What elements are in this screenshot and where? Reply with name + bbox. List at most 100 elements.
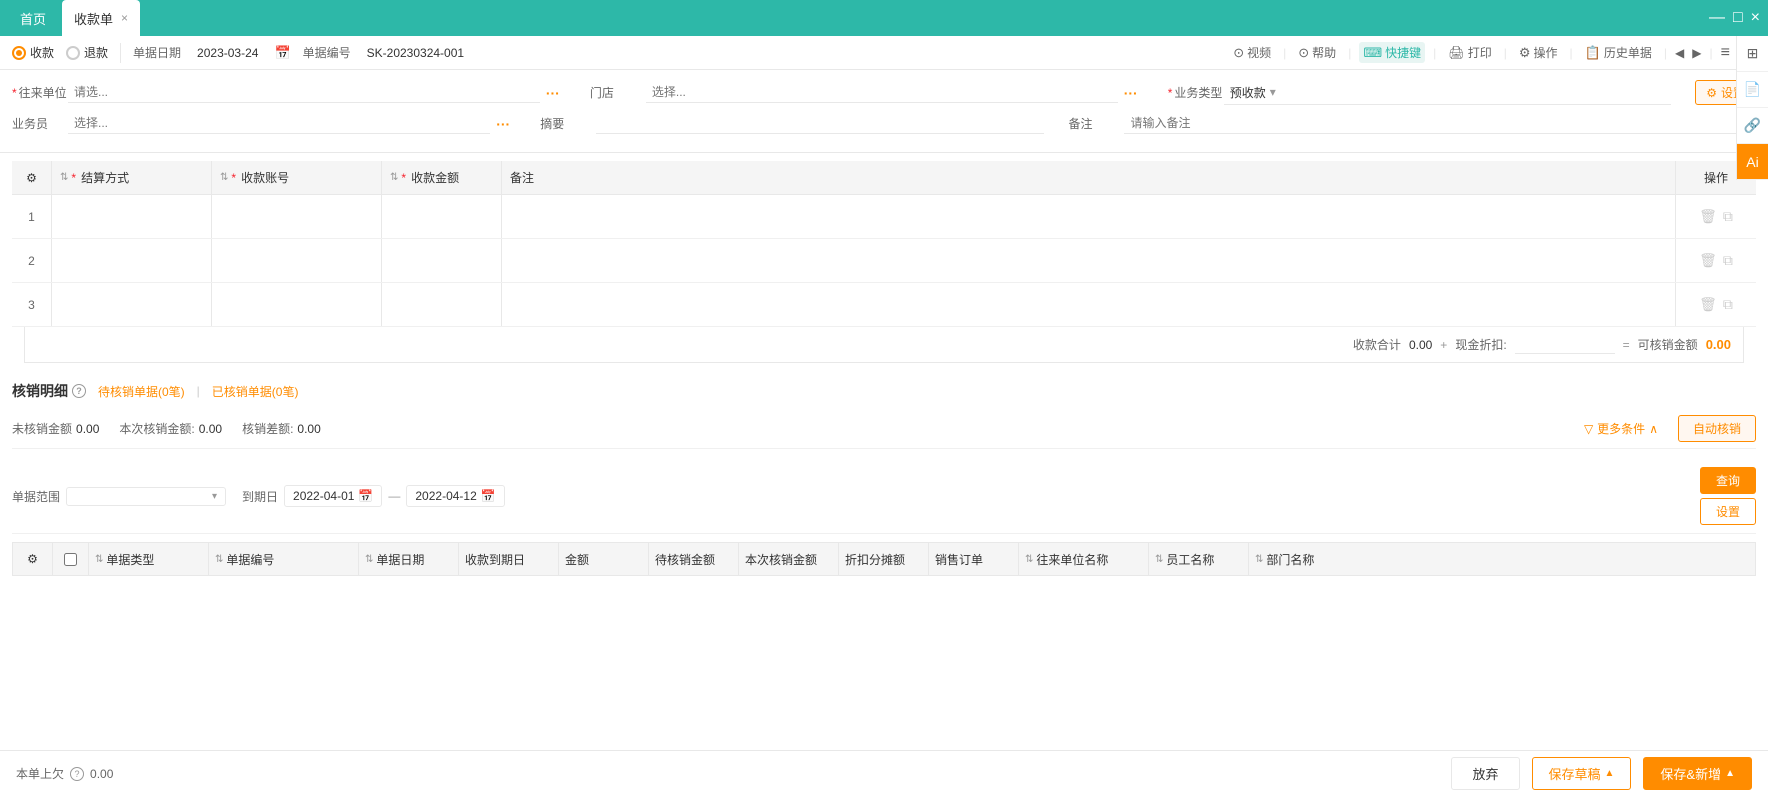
calendar-icon-end: 📅 [481,489,496,503]
td-amount-1[interactable] [382,195,502,238]
td-op-2: 🗑 ⧉ [1676,239,1756,282]
current-value: 0.00 [199,422,222,436]
verify-info-icon[interactable]: ? [72,384,86,398]
vth-check[interactable] [53,543,89,575]
filter-icon: ▽ [1584,422,1593,436]
list-view-btn[interactable]: ≡ [1721,44,1730,62]
vth-sort-1[interactable]: ⇅ [95,554,103,565]
delete-btn-1[interactable]: 🗑 [1699,208,1717,225]
range-select[interactable]: ▾ [66,487,226,506]
discount-input[interactable] [1515,335,1615,354]
right-panel-link-btn[interactable]: 🔗 [1737,108,1768,144]
nav-left-btn[interactable]: ◀ [1675,46,1684,60]
th-gear[interactable]: ⚙ [12,161,52,194]
radio-refund[interactable]: 退款 [66,44,108,61]
vth-sort-6[interactable]: ⇅ [1255,554,1263,565]
vth-sort-3[interactable]: ⇅ [365,554,373,565]
abandon-btn[interactable]: 放弃 [1451,757,1519,790]
vth-gear[interactable]: ⚙ [13,543,53,575]
td-amount-3[interactable] [382,283,502,326]
number-label: 单据编号 [303,44,351,61]
partner-input[interactable] [68,82,540,103]
vth-partner-label: 往来单位名称 [1036,551,1108,568]
copy-btn-1[interactable]: ⧉ [1723,208,1733,225]
bottom-label: 本单上欠 [16,765,64,782]
verify-section: 核销明细 ? 待核销单据(0笔) | 已核销单据(0笔) 未核销金额 0.00 … [0,371,1768,636]
td-account-1[interactable] [212,195,382,238]
history-btn[interactable]: 📋 历史单据 [1581,42,1656,63]
bottom-info-icon[interactable]: ? [70,767,84,781]
sort-icon[interactable]: ⇅ [60,172,68,183]
td-settlement-3[interactable] [52,283,212,326]
td-note-2[interactable] [502,239,1676,282]
tab-receipt[interactable]: 收款单 × [62,0,140,36]
result-value: 0.00 [1706,337,1731,352]
td-note-1[interactable] [502,195,1676,238]
verify-done-tab[interactable]: 已核销单据(0笔) [212,383,299,400]
save-new-btn[interactable]: 保存&新增 ▲ [1643,757,1752,790]
right-panel-ai-btn[interactable]: Ai [1737,144,1768,180]
delete-btn-3[interactable]: 🗑 [1699,296,1717,313]
tab-close-btn[interactable]: × [121,11,128,25]
help-btn[interactable]: ⊙ 帮助 [1294,42,1340,63]
auto-verify-btn[interactable]: 自动核销 [1678,415,1756,442]
staff-input[interactable] [68,113,490,134]
toolbar-actions: ⊙ 视频 | ⊙ 帮助 | ⌨ 快捷键 | 🖨 打印 | ⚙ 操作 [1229,42,1756,63]
print-btn[interactable]: 🖨 打印 [1444,42,1496,63]
td-account-2[interactable] [212,239,382,282]
query-btn[interactable]: 查询 [1700,467,1756,494]
vth-discount: 折扣分摊额 [839,543,929,575]
date-calendar-icon[interactable]: 📅 [274,45,290,61]
close-btn[interactable]: × [1751,9,1760,27]
operation-btn[interactable]: ⚙ 操作 [1515,42,1562,63]
select-all-checkbox[interactable] [64,553,77,566]
vth-sort-5[interactable]: ⇅ [1155,554,1163,565]
due-start-input[interactable]: 2022-04-01 📅 [284,485,382,507]
save-draft-btn[interactable]: 保存草稿 ▲ [1532,757,1632,790]
restore-btn[interactable]: □ [1733,9,1743,27]
sort-icon-3[interactable]: ⇅ [390,172,398,183]
tab-home[interactable]: 首页 [8,0,58,36]
vth-staff: ⇅ 员工名称 [1149,543,1249,575]
shortcut-btn[interactable]: ⌨ 快捷键 [1359,42,1425,63]
right-panel-doc-btn[interactable]: 📄 [1737,72,1768,108]
delete-btn-2[interactable]: 🗑 [1699,252,1717,269]
right-panel-table-btn[interactable]: ⊞ [1737,36,1768,72]
more-conditions-btn[interactable]: ▽ 更多条件 ∧ [1584,420,1658,437]
td-settlement-1[interactable] [52,195,212,238]
summary-input[interactable] [596,113,1044,134]
save-new-arrow: ▲ [1725,768,1735,779]
due-end-input[interactable]: 2022-04-12 📅 [406,485,504,507]
td-note-3[interactable] [502,283,1676,326]
td-settlement-2[interactable] [52,239,212,282]
copy-btn-2[interactable]: ⧉ [1723,252,1733,269]
td-index-3: 3 [12,283,52,326]
td-account-3[interactable] [212,283,382,326]
vth-sort-2[interactable]: ⇅ [215,554,223,565]
minimize-btn[interactable]: — [1709,9,1725,27]
td-amount-2[interactable] [382,239,502,282]
note-input[interactable] [1124,113,1756,134]
th-settlement-label: 结算方式 [81,169,129,186]
copy-btn-3[interactable]: ⧉ [1723,296,1733,313]
th-account-label: 收款账号 [241,169,289,186]
nav-right-btn[interactable]: ▶ [1692,46,1701,60]
shop-more-btn[interactable]: ··· [1118,85,1144,101]
verify-pending-tab[interactable]: 待核销单据(0笔) [98,383,185,400]
td-index-1: 1 [12,195,52,238]
save-draft-arrow: ▲ [1605,768,1615,779]
shop-input[interactable] [646,82,1118,103]
radio-receipt[interactable]: 收款 [12,44,54,61]
filter-settings-btn[interactable]: 设置 [1700,498,1756,525]
print-icon: 🖨 [1448,45,1465,61]
video-btn[interactable]: ⊙ 视频 [1229,42,1275,63]
partner-more-btn[interactable]: ··· [540,85,566,101]
date-label: 单据日期 [133,44,181,61]
verify-title: 核销明细 ? [12,381,86,401]
vth-verify-amount-label: 本次核销金额 [745,551,817,568]
business-type-select[interactable]: 预收款 ▾ [1224,81,1672,105]
vth-sort-4[interactable]: ⇅ [1025,554,1033,565]
sort-icon-2[interactable]: ⇅ [220,172,228,183]
history-label: 历史单据 [1604,44,1652,61]
staff-more-btn[interactable]: ··· [490,116,516,132]
